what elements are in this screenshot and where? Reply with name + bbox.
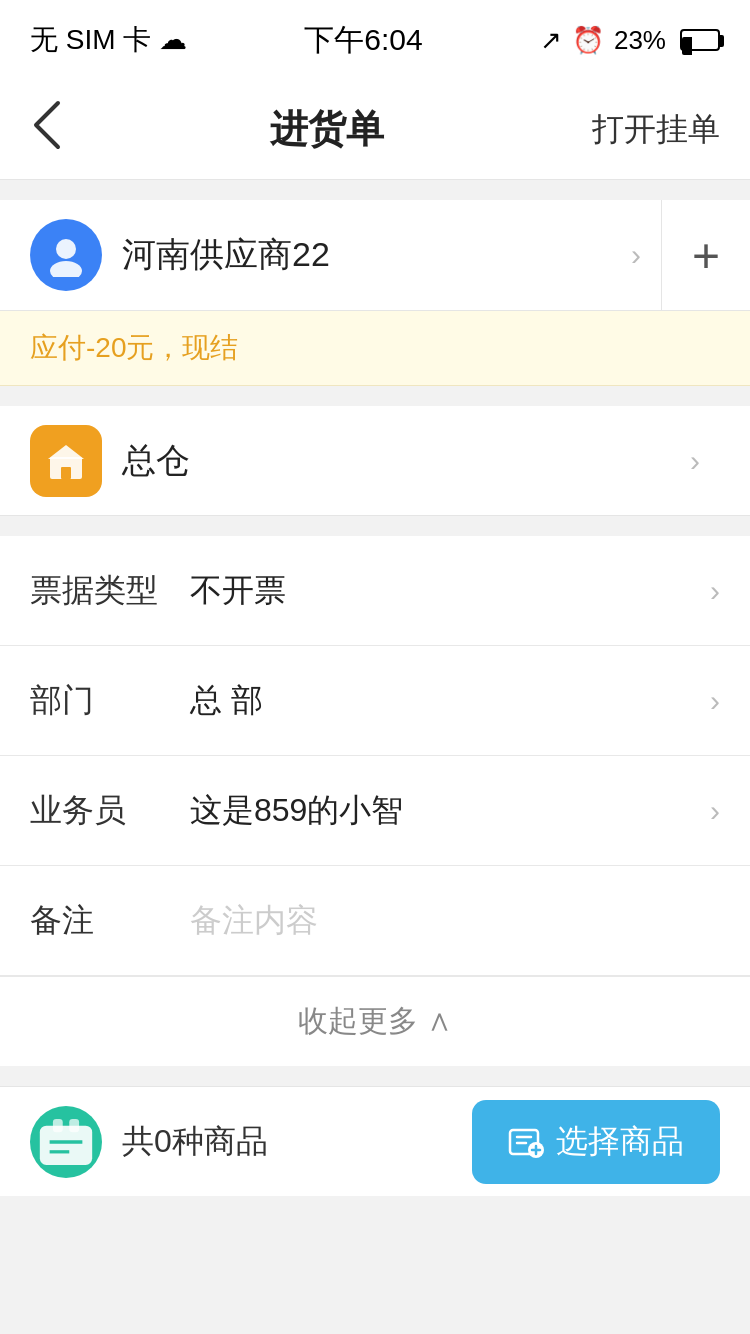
back-button[interactable]	[30, 99, 62, 160]
add-supplier-button[interactable]: +	[662, 228, 720, 283]
open-pending-button[interactable]: 打开挂单	[592, 108, 720, 152]
supplier-notice: 应付-20元，现结	[0, 311, 750, 386]
select-product-label: 选择商品	[556, 1120, 684, 1164]
warehouse-name: 总仓	[122, 438, 670, 484]
svg-marker-3	[48, 445, 84, 459]
supplier-row[interactable]: 河南供应商22 ›	[30, 200, 662, 310]
battery-icon	[680, 29, 720, 51]
alarm-icon: ⏰	[572, 25, 604, 56]
main-content: 河南供应商22 › + 应付-20元，现结 总仓 › 票据类型 不开票 ›	[0, 180, 750, 1334]
supplier-avatar	[30, 219, 102, 291]
location-icon: ↗	[540, 25, 562, 56]
supplier-section: 河南供应商22 › +	[0, 200, 750, 311]
collapse-label: 收起更多 ∧	[298, 1001, 451, 1042]
status-bar: 无 SIM 卡 ☁ 下午6:04 ↗ ⏰ 23%	[0, 0, 750, 80]
invoice-type-row[interactable]: 票据类型 不开票 ›	[0, 536, 750, 646]
select-product-button[interactable]: 选择商品	[472, 1100, 720, 1184]
status-left: 无 SIM 卡 ☁	[30, 21, 187, 59]
sales-person-row[interactable]: 业务员 这是859的小智 ›	[0, 756, 750, 866]
supplier-chevron-icon: ›	[631, 238, 641, 272]
warehouse-row[interactable]: 总仓 ›	[0, 406, 750, 516]
svg-rect-4	[61, 467, 71, 479]
status-time: 下午6:04	[304, 20, 422, 61]
section-gap-2	[0, 386, 750, 406]
svg-rect-6	[53, 1119, 63, 1132]
svg-point-1	[50, 261, 82, 277]
warehouse-chevron-icon: ›	[690, 444, 700, 478]
product-count-label: 共0种商品	[122, 1120, 472, 1164]
product-icon	[30, 1106, 102, 1178]
svg-rect-5	[40, 1125, 92, 1164]
department-row[interactable]: 部门 总 部 ›	[0, 646, 750, 756]
section-gap-4	[0, 1066, 750, 1086]
sales-person-value: 这是859的小智	[170, 789, 700, 833]
invoice-type-label: 票据类型	[30, 569, 170, 613]
nav-bar: 进货单 打开挂单	[0, 80, 750, 180]
status-right: ↗ ⏰ 23%	[540, 25, 720, 56]
supplier-name: 河南供应商22	[122, 232, 611, 278]
collapse-row[interactable]: 收起更多 ∧	[0, 976, 750, 1066]
sales-person-label: 业务员	[30, 789, 170, 833]
battery-level: 23%	[614, 25, 666, 56]
remark-row[interactable]: 备注 备注内容	[0, 866, 750, 976]
department-value: 总 部	[170, 679, 700, 723]
svg-rect-7	[69, 1119, 79, 1132]
warehouse-icon	[30, 425, 102, 497]
invoice-type-chevron-icon: ›	[710, 574, 720, 608]
remark-label: 备注	[30, 899, 170, 943]
invoice-type-value: 不开票	[170, 569, 700, 613]
department-label: 部门	[30, 679, 170, 723]
sales-person-chevron-icon: ›	[710, 794, 720, 828]
page-title: 进货单	[270, 104, 384, 155]
form-section: 票据类型 不开票 › 部门 总 部 › 业务员 这是859的小智 › 备注 备注…	[0, 536, 750, 1066]
remark-input[interactable]: 备注内容	[170, 899, 720, 943]
department-chevron-icon: ›	[710, 684, 720, 718]
section-gap-1	[0, 180, 750, 200]
sim-status: 无 SIM 卡 ☁	[30, 21, 187, 59]
svg-point-0	[56, 239, 76, 259]
bottom-bar: 共0种商品 选择商品	[0, 1086, 750, 1196]
section-gap-3	[0, 516, 750, 536]
